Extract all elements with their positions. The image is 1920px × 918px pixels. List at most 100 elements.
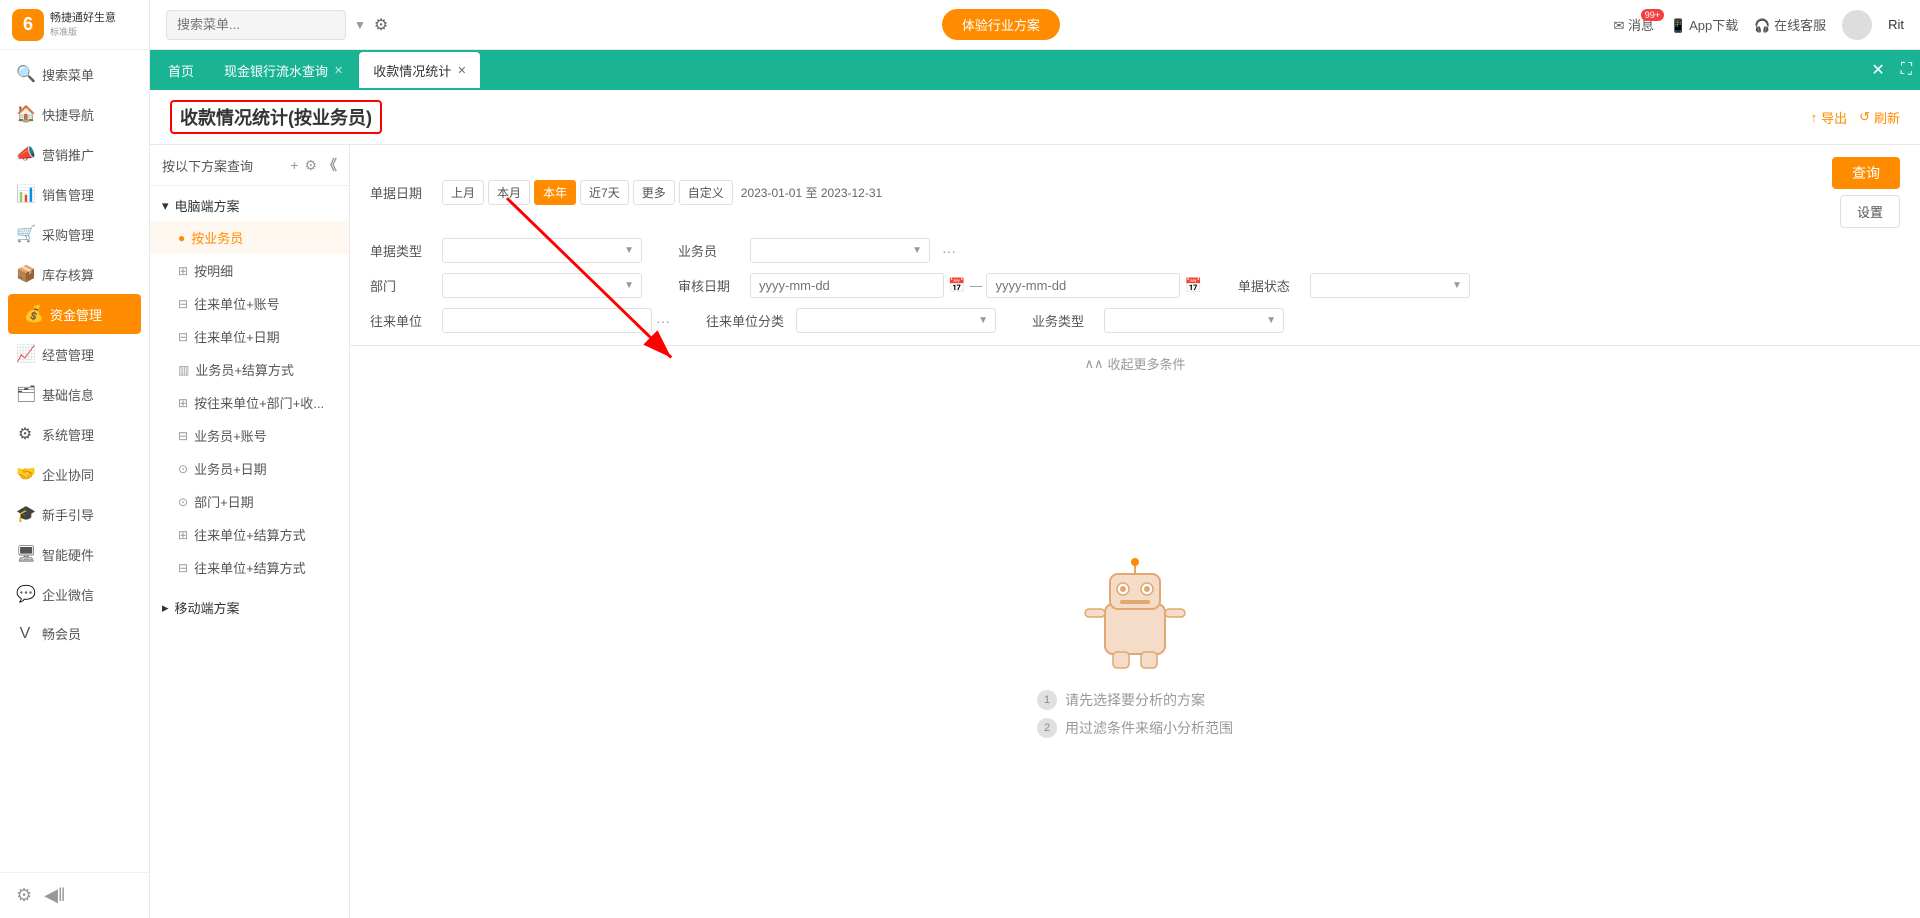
scheme-collapse-icon[interactable]: 《 [323, 155, 337, 175]
doc-status-select[interactable] [1310, 273, 1470, 298]
empty-state: 1 请先选择要分析的方案 2 用过滤条件来缩小分析范围 [350, 381, 1920, 918]
partner-more-icon[interactable]: ··· [656, 313, 670, 329]
scheme-item-partner-date[interactable]: ⊟ 往来单位+日期 [150, 320, 349, 353]
sidebar-item-wechat[interactable]: 💬 企业微信 [0, 574, 149, 614]
sidebar-item-label: 新手引导 [42, 505, 94, 524]
scheme-item-detail[interactable]: ⊞ 按明细 [150, 254, 349, 287]
sidebar-item-purchase[interactable]: 🛒 采购管理 [0, 214, 149, 254]
topbar-center: 体验行业方案 [400, 9, 1601, 40]
sidebar-item-guide[interactable]: 🎓 新手引导 [0, 494, 149, 534]
review-date-to-calendar-icon[interactable]: 📅 [1184, 277, 1201, 294]
tab-home[interactable]: 首页 [154, 61, 208, 80]
scheme-item-partner-settle1[interactable]: ⊞ 往来单位+结算方式 [150, 518, 349, 551]
review-date-to-input[interactable] [986, 273, 1180, 298]
sidebar-item-marketing[interactable]: 📣 营销推广 [0, 134, 149, 174]
sidebar-item-hardware[interactable]: 🖥 智能硬件 [0, 534, 149, 574]
scheme-group-mobile-title[interactable]: ▸ 移动端方案 [150, 592, 349, 623]
step-num-1: 1 [1037, 690, 1057, 710]
sidebar-item-finance[interactable]: 💰 资金管理 [8, 294, 141, 334]
refresh-button[interactable]: ↺ 刷新 [1859, 108, 1900, 127]
sidebar-item-inventory[interactable]: 📦 库存核算 [0, 254, 149, 294]
sidebar-item-label: 畅会员 [42, 624, 81, 643]
date-btn-more[interactable]: 更多 [633, 180, 675, 205]
collapse-sidebar-icon[interactable]: ◀‖ [44, 885, 65, 906]
search-menu-input[interactable] [166, 10, 346, 40]
scheme-item-salesperson-account[interactable]: ⊟ 业务员+账号 [150, 419, 349, 452]
table-icon3: ⊟ [178, 429, 188, 443]
scheme-item-dept-date[interactable]: ⊙ 部门+日期 [150, 485, 349, 518]
basic-icon: 🗂 [16, 384, 34, 404]
empty-steps-list: 1 请先选择要分析的方案 2 用过滤条件来缩小分析范围 [1037, 690, 1233, 746]
trial-button[interactable]: 体验行业方案 [942, 9, 1060, 40]
date-btn-this-year[interactable]: 本年 [534, 180, 576, 205]
sidebar-item-basic[interactable]: 🗂 基础信息 [0, 374, 149, 414]
tab-receipt-stat[interactable]: 收款情况统计 ✕ [359, 52, 480, 88]
sidebar-item-search[interactable]: 🔍 搜索菜单 [0, 54, 149, 94]
review-date-from-input[interactable] [750, 273, 944, 298]
doc-type-label: 单据类型 [370, 241, 430, 260]
maximize-window-icon[interactable]: ⛶ [1897, 61, 1916, 79]
biz-type-select[interactable] [1104, 308, 1284, 333]
online-service-link[interactable]: 🎧 在线客服 [1754, 15, 1826, 34]
scheme-item-partner-settle2[interactable]: ⊟ 往来单位+结算方式 [150, 551, 349, 584]
sidebar-item-member[interactable]: V 畅会员 [0, 614, 149, 653]
table-icon: ⊟ [178, 297, 188, 311]
tab-bank-flow[interactable]: 现金银行流水查询 ✕ [210, 52, 357, 88]
dropdown-arrow-icon[interactable]: ▼ [354, 18, 366, 32]
dept-select[interactable] [442, 273, 642, 298]
topbar-right: ✉ 消息 99+ 📱 App下载 🎧 在线客服 Rit [1614, 10, 1905, 40]
review-date-from-calendar-icon[interactable]: 📅 [948, 277, 965, 294]
main-area: ▼ ⚙ 体验行业方案 ✉ 消息 99+ 📱 App下载 🎧 在线客服 Rit 首… [150, 0, 1920, 918]
close-window-icon[interactable]: ✕ [1867, 60, 1888, 80]
scheme-item-partner-account[interactable]: ⊟ 往来单位+账号 [150, 287, 349, 320]
filter-row-partner: 往来单位 ··· 往来单位分类 ▼ 业务类型 [370, 308, 1900, 333]
date-btn-7days[interactable]: 近7天 [580, 180, 629, 205]
scheme-setting-icon[interactable]: ⚙ [304, 157, 317, 174]
collapse-more-bar[interactable]: ∧∧ 收起更多条件 [350, 346, 1920, 381]
scheme-header-title: 按以下方案查询 [162, 156, 253, 175]
salesperson-select[interactable] [750, 238, 930, 263]
date-btn-last-month[interactable]: 上月 [442, 180, 484, 205]
tab-close-icon[interactable]: ✕ [334, 64, 343, 77]
partner-category-select[interactable] [796, 308, 996, 333]
date-btn-custom[interactable]: 自定义 [679, 180, 733, 205]
search-icon: 🔍 [16, 64, 34, 84]
sidebar-item-label: 销售管理 [42, 185, 94, 204]
user-avatar[interactable] [1842, 10, 1872, 40]
setting-button[interactable]: 设置 [1840, 195, 1900, 228]
tab-label: 收款情况统计 [373, 61, 451, 80]
scheme-item-partner-dept[interactable]: ⊞ 按往来单位+部门+收... [150, 386, 349, 419]
partner-category-label: 往来单位分类 [706, 311, 784, 330]
clock-icon: ⊙ [178, 462, 188, 476]
scheme-item-active-icon: ● [178, 231, 185, 245]
app-download-link[interactable]: 📱 App下载 [1670, 15, 1738, 34]
grid-icon2: ⊞ [178, 396, 188, 410]
scheme-item-salesperson-date[interactable]: ⊙ 业务员+日期 [150, 452, 349, 485]
grid-icon3: ⊞ [178, 528, 188, 542]
sidebar-item-operation[interactable]: 📈 经营管理 [0, 334, 149, 374]
salesperson-label: 业务员 [678, 241, 738, 260]
salesperson-more-icon[interactable]: ··· [942, 243, 956, 259]
scheme-add-icon[interactable]: + [290, 157, 298, 173]
sidebar-item-sales[interactable]: 📊 销售管理 [0, 174, 149, 214]
export-button[interactable]: ↑ 导出 [1811, 108, 1848, 127]
date-btn-this-month[interactable]: 本月 [488, 180, 530, 205]
message-badge[interactable]: ✉ 消息 99+ [1614, 15, 1655, 34]
tab-label: 现金银行流水查询 [224, 61, 328, 80]
scheme-group-desktop-title[interactable]: ▾ 电脑端方案 [150, 190, 349, 221]
sidebar-item-system[interactable]: ⚙ 系统管理 [0, 414, 149, 454]
topbar-gear-icon[interactable]: ⚙ [374, 15, 388, 35]
sidebar-item-enterprise[interactable]: 🤝 企业协同 [0, 454, 149, 494]
settings-bottom-icon[interactable]: ⚙ [16, 885, 32, 906]
finance-icon: 💰 [24, 304, 42, 324]
tab-close-icon[interactable]: ✕ [457, 64, 466, 77]
scheme-item-salesperson-settle[interactable]: ▥ 业务员+结算方式 [150, 353, 349, 386]
partner-input[interactable] [442, 308, 652, 333]
scheme-item-salesperson[interactable]: ● 按业务员 [150, 221, 349, 254]
query-button[interactable]: 查询 [1832, 157, 1900, 189]
sidebar-item-quicknav[interactable]: 🏠 快捷导航 [0, 94, 149, 134]
doc-type-select[interactable] [442, 238, 642, 263]
filter-row-date: 单据日期 上月 本月 本年 近7天 更多 自定义 2023-01-01 至 20… [370, 157, 1900, 228]
date-filter-label: 单据日期 [370, 183, 430, 202]
sidebar-item-label: 智能硬件 [42, 545, 94, 564]
